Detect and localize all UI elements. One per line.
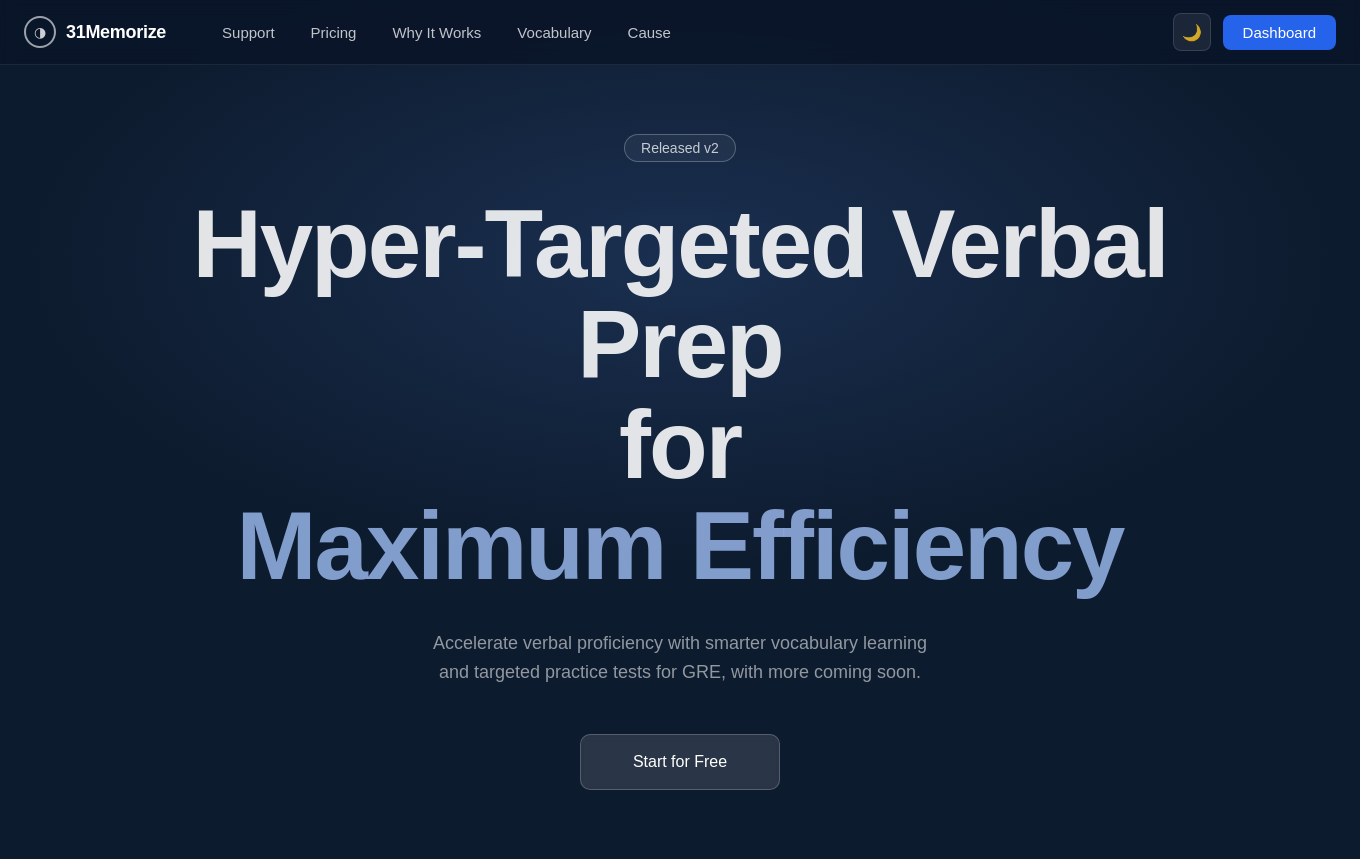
nav-link-why-it-works[interactable]: Why It Works (376, 16, 497, 49)
hero-title: Hyper-Targeted Verbal Prep for Maximum E… (80, 194, 1280, 597)
nav-link-cause[interactable]: Cause (612, 16, 687, 49)
hero-subtitle-line2: and targeted practice tests for GRE, wit… (439, 662, 921, 682)
hero-subtitle-line1: Accelerate verbal proficiency with smart… (433, 633, 927, 653)
hero-subtitle: Accelerate verbal proficiency with smart… (433, 629, 927, 687)
nav-left: ◑ 31Memorize Support Pricing Why It Work… (24, 16, 687, 49)
nav-link-support[interactable]: Support (206, 16, 291, 49)
nav-link-pricing[interactable]: Pricing (295, 16, 373, 49)
brand-icon-symbol: ◑ (34, 24, 46, 40)
hero-title-line2: for (619, 391, 741, 498)
nav-right: 🌙 Dashboard (1173, 13, 1336, 51)
release-badge: Released v2 (624, 134, 736, 162)
start-for-free-button[interactable]: Start for Free (580, 734, 780, 790)
theme-toggle-button[interactable]: 🌙 (1173, 13, 1211, 51)
dashboard-button[interactable]: Dashboard (1223, 15, 1336, 50)
brand-logo[interactable]: ◑ 31Memorize (24, 16, 166, 48)
brand-icon: ◑ (24, 16, 56, 48)
hero-title-line1: Hyper-Targeted Verbal Prep (192, 190, 1167, 398)
navbar: ◑ 31Memorize Support Pricing Why It Work… (0, 0, 1360, 65)
hero-section: Released v2 Hyper-Targeted Verbal Prep f… (0, 65, 1360, 859)
nav-links: Support Pricing Why It Works Vocabulary … (206, 16, 687, 49)
brand-name: 31Memorize (66, 22, 166, 43)
nav-link-vocabulary[interactable]: Vocabulary (501, 16, 607, 49)
hero-title-line3: Maximum Efficiency (237, 492, 1124, 599)
